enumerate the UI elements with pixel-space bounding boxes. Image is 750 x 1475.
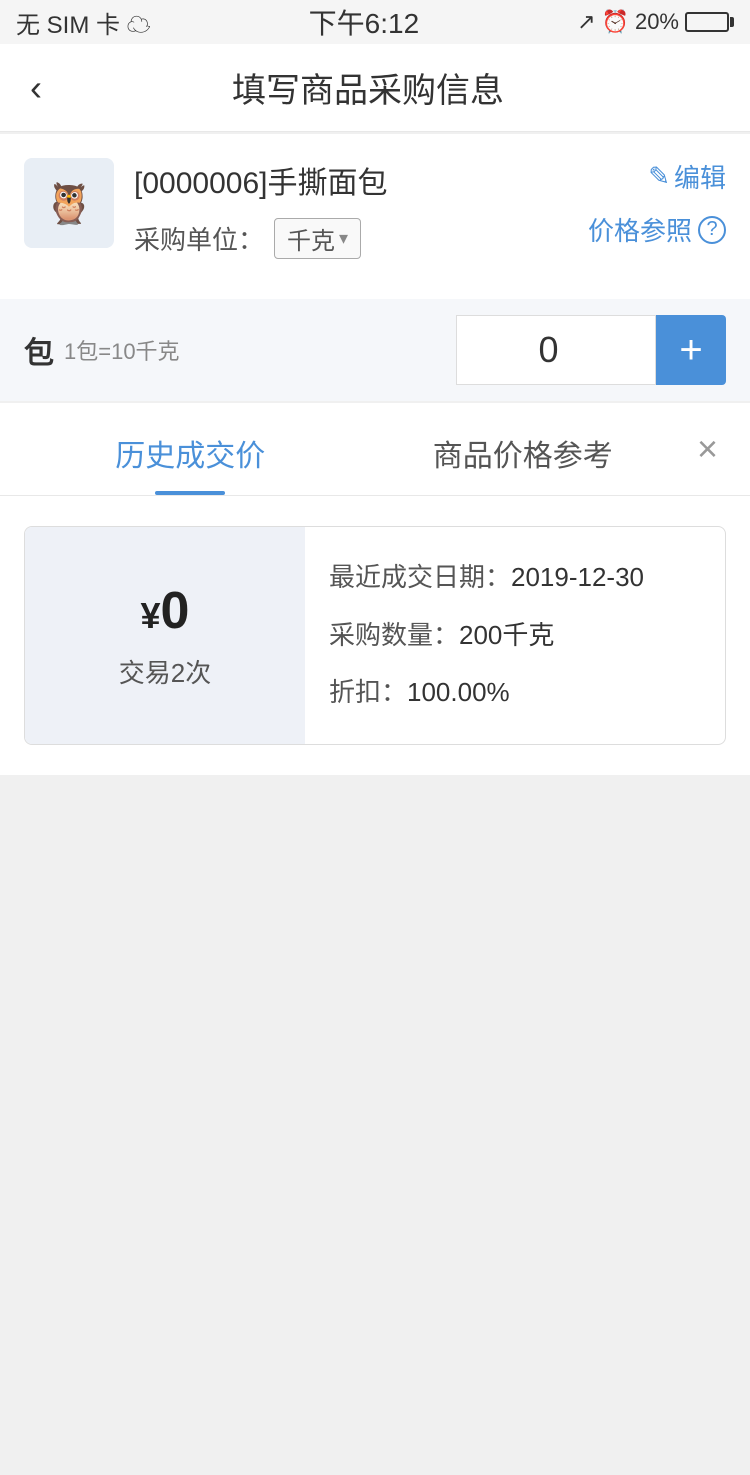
history-recent-date: 最近成交日期：2019-12-30 [329, 557, 701, 599]
product-header: 🦉 [0000006]手撕面包 采购单位： 千克 ▾ ✎ 编辑 [24, 158, 726, 259]
product-unit-row: 采购单位： 千克 ▾ [134, 218, 387, 259]
unit-value: 千克 [287, 221, 335, 256]
status-bar: 无 SIM 卡 ☁ 下午6:12 ↗ ⏰ 20% [0, 0, 750, 44]
nav-bar: ‹ 填写商品采购信息 [0, 44, 750, 132]
history-price-amount: ¥0 [141, 581, 190, 641]
history-purchase-qty: 采购数量：200千克 [329, 615, 701, 657]
product-info: [0000006]手撕面包 采购单位： 千克 ▾ [134, 158, 387, 259]
unit-dropdown[interactable]: 千克 ▾ [274, 218, 361, 259]
tab-close-button[interactable]: × [689, 428, 726, 470]
tab-content-history: ¥0 交易2次 最近成交日期：2019-12-30 采购数量：200千克 折扣：… [0, 496, 750, 775]
edit-icon: ✎ [648, 161, 670, 192]
tab-history[interactable]: 历史成交价 [24, 403, 356, 495]
status-time: 下午6:12 [309, 2, 420, 42]
alarm-icon: ⏰ [602, 9, 629, 35]
logo-owl-icon: 🦉 [44, 180, 94, 227]
product-logo: 🦉 [24, 158, 114, 248]
edit-button[interactable]: ✎ 编辑 [648, 158, 726, 195]
history-detail-column: 最近成交日期：2019-12-30 采购数量：200千克 折扣：100.00% [305, 527, 725, 744]
battery-percent: 20% [635, 9, 679, 35]
history-price-column: ¥0 交易2次 [25, 527, 305, 744]
unit-label: 采购单位： [134, 220, 264, 257]
price-ref-button[interactable]: 价格参照 ? [588, 211, 726, 248]
history-trade-count: 交易2次 [119, 653, 211, 690]
sim-label: 无 SIM 卡 ☁ [16, 5, 151, 40]
status-left: 无 SIM 卡 ☁ [16, 5, 151, 40]
location-icon: ↗ [577, 9, 595, 35]
tabs-header: 历史成交价 商品价格参考 × [0, 403, 750, 496]
product-right: ✎ 编辑 价格参照 ? [588, 158, 726, 248]
quantity-input[interactable] [456, 315, 656, 385]
page-title: 填写商品采购信息 [52, 63, 684, 112]
price-ref-help-icon: ? [698, 216, 726, 244]
quantity-label: 包 1包=10千克 [24, 328, 180, 372]
back-button[interactable]: ‹ [20, 57, 52, 119]
quantity-section: 包 1包=10千克 + [0, 299, 750, 401]
product-name: [0000006]手撕面包 [134, 158, 387, 202]
chevron-down-icon: ▾ [339, 228, 348, 249]
status-right: ↗ ⏰ 20% [577, 9, 734, 35]
tab-price-ref[interactable]: 商品价格参考 [356, 403, 688, 495]
product-left: 🦉 [0000006]手撕面包 采购单位： 千克 ▾ [24, 158, 387, 259]
battery-icon [685, 12, 734, 32]
history-card: ¥0 交易2次 最近成交日期：2019-12-30 采购数量：200千克 折扣：… [24, 526, 726, 745]
quantity-input-row: + [456, 315, 726, 385]
quantity-plus-button[interactable]: + [656, 315, 726, 385]
quantity-unit-icon: 包 [24, 328, 54, 372]
currency-symbol: ¥ [141, 595, 161, 636]
history-discount: 折扣：100.00% [329, 672, 701, 714]
tabs-section: 历史成交价 商品价格参考 × ¥0 交易2次 最近成交日期：2019-12-30… [0, 403, 750, 775]
main-background [0, 775, 750, 1475]
quantity-sub-label: 1包=10千克 [64, 334, 180, 366]
product-section: 🦉 [0000006]手撕面包 采购单位： 千克 ▾ ✎ 编辑 [0, 134, 750, 299]
